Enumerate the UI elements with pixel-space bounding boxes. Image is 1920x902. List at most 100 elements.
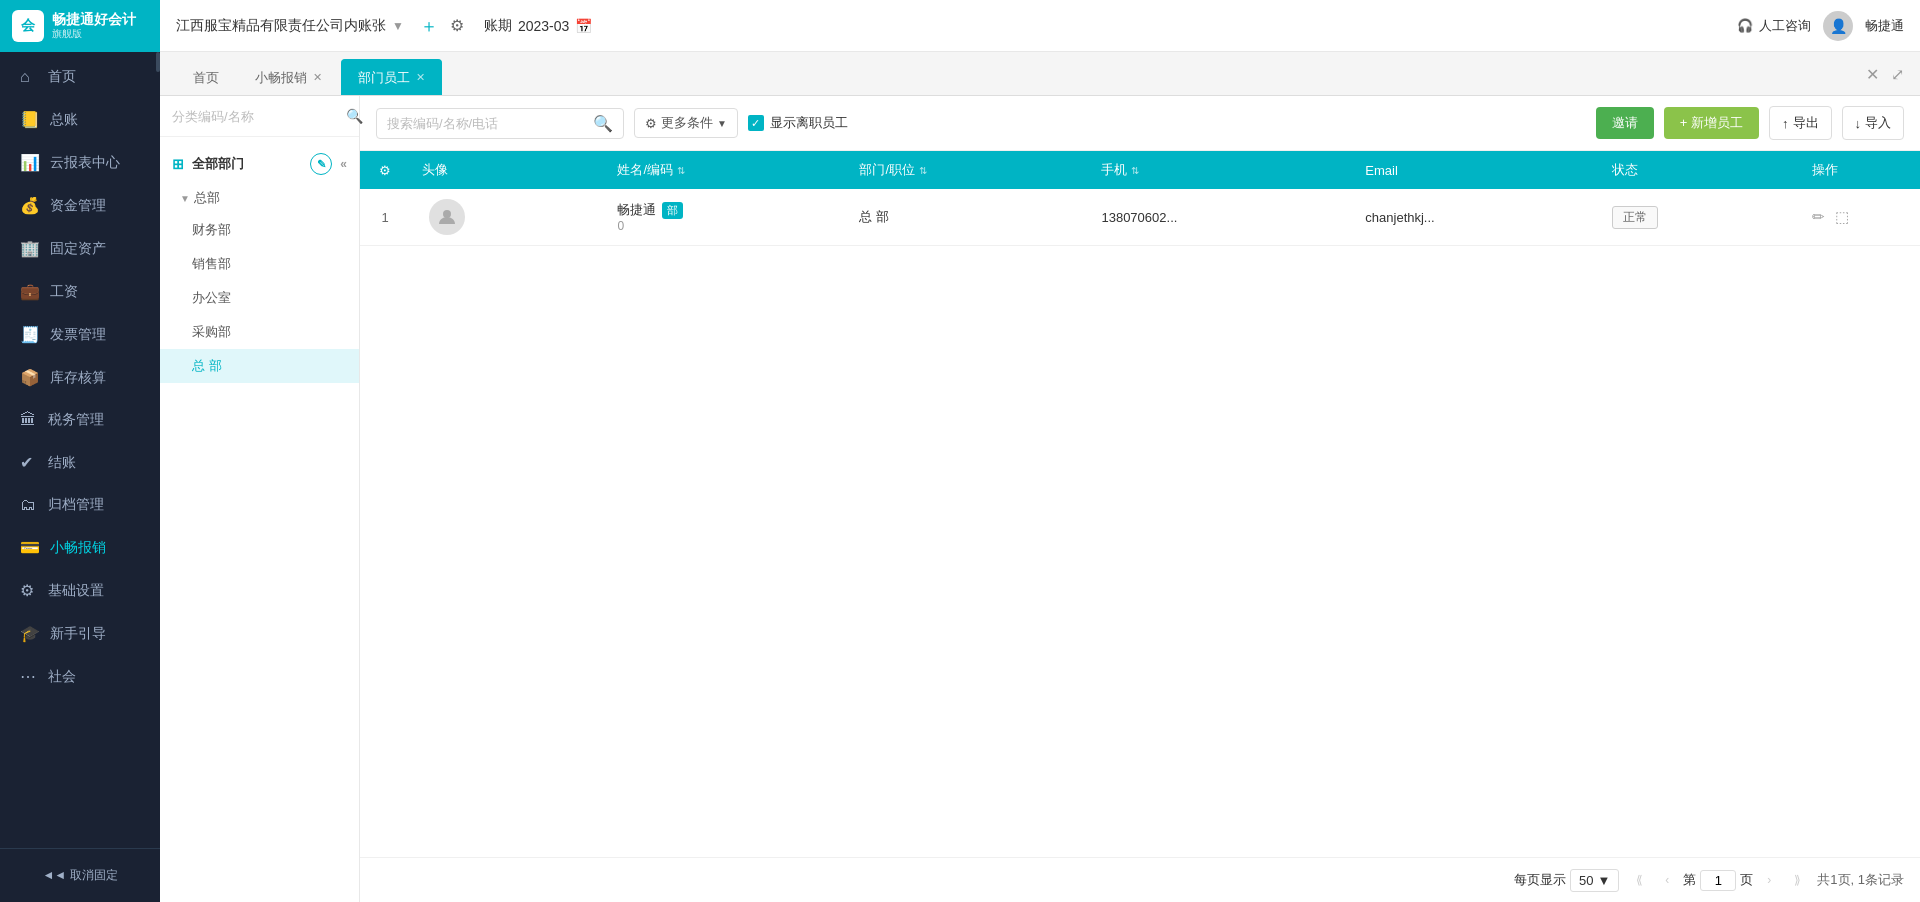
add-company-button[interactable]: ＋	[420, 14, 438, 38]
employee-name-block: 畅捷通 部	[617, 201, 835, 219]
sidebar-item-home[interactable]: ⌂ 首页	[0, 56, 160, 98]
dept-item-caiwu[interactable]: 财务部	[160, 213, 359, 247]
customer-service-button[interactable]: 🎧 人工咨询	[1737, 17, 1811, 35]
dept-item-bangong[interactable]: 办公室	[160, 281, 359, 315]
sidebar-item-ledger[interactable]: 📒 总账	[0, 98, 160, 141]
th-status: 状态	[1600, 151, 1800, 189]
sidebar-item-basic-settings[interactable]: ⚙ 基础设置	[0, 569, 160, 612]
sidebar-logo: 会 畅捷通好会计 旗舰版	[0, 0, 160, 52]
avatar-header-label: 头像	[422, 162, 448, 177]
sidebar-item-inventory[interactable]: 📦 库存核算	[0, 356, 160, 399]
right-panel: 🔍 ⚙ 更多条件 ▼ ✓ 显示离职员工 邀请 + 新增员工 ↑ 导出	[360, 96, 1920, 902]
tabbar-actions: ✕ ⤢	[1866, 64, 1904, 83]
sidebar-item-cloud-reports[interactable]: 📊 云报表中心	[0, 141, 160, 184]
show-resigned-toggle: ✓ 显示离职员工	[748, 114, 848, 132]
sidebar-item-invoice[interactable]: 🧾 发票管理	[0, 313, 160, 356]
sidebar-item-salary[interactable]: 💼 工资	[0, 270, 160, 313]
sidebar-item-archive[interactable]: 🗂 归档管理	[0, 484, 160, 526]
logo-app-name: 畅捷通好会计	[52, 11, 136, 28]
sidebar-item-label: 归档管理	[48, 496, 104, 514]
page-number-input[interactable]	[1700, 870, 1736, 891]
dept-bangong-label: 办公室	[192, 290, 231, 305]
period-selector[interactable]: 账期 2023-03 📅	[484, 17, 592, 35]
tab-home[interactable]: 首页	[176, 59, 236, 95]
archive-icon: 🗂	[20, 496, 38, 514]
import-button[interactable]: ↓ 导入	[1842, 106, 1905, 140]
sort-phone-icon: ⇅	[1131, 165, 1139, 176]
expand-tab-button[interactable]: ⤢	[1891, 64, 1904, 83]
sidebar-item-label: 社会	[48, 668, 76, 686]
calendar-icon: 📅	[575, 18, 592, 34]
show-resigned-checkbox[interactable]: ✓	[748, 115, 764, 131]
first-page-button[interactable]: ⟪	[1627, 868, 1651, 892]
delete-employee-button[interactable]: ⬚	[1835, 208, 1849, 226]
sidebar-item-fixed-assets[interactable]: 🏢 固定资产	[0, 227, 160, 270]
sidebar-item-funds[interactable]: 💰 资金管理	[0, 184, 160, 227]
dept-search-input[interactable]	[172, 109, 340, 124]
action-buttons: ✏ ⬚	[1812, 208, 1908, 226]
dept-search-bar: 🔍	[160, 96, 359, 137]
logo-icon: 会	[12, 10, 44, 42]
invoice-icon: 🧾	[20, 325, 40, 344]
sidebar-item-more[interactable]: ⋯ 社会	[0, 655, 160, 698]
th-phone[interactable]: 手机 ⇅	[1089, 151, 1353, 189]
svg-point-0	[443, 210, 451, 218]
dept-item-xiaoshou[interactable]: 销售部	[160, 247, 359, 281]
employee-dept-text: 总 部	[859, 209, 889, 224]
sidebar-item-label: 税务管理	[48, 411, 104, 429]
username-label: 畅捷通	[1865, 17, 1904, 35]
th-email: Email	[1353, 151, 1600, 189]
close-tab-button[interactable]: ✕	[1866, 64, 1879, 83]
employee-table-body: 1	[360, 189, 1920, 246]
employee-search-input[interactable]	[387, 116, 587, 131]
dept-item-caigou[interactable]: 采购部	[160, 315, 359, 349]
th-settings[interactable]: ⚙	[360, 151, 410, 189]
sidebar-item-tax[interactable]: 🏛 税务管理	[0, 399, 160, 441]
sidebar-item-checkout[interactable]: ✔ 结账	[0, 441, 160, 484]
cancel-fixed-button[interactable]: ◄◄ 取消固定	[0, 859, 160, 892]
filter-icon: ⚙	[645, 116, 657, 131]
employee-search-icon[interactable]: 🔍	[593, 114, 613, 133]
export-button[interactable]: ↑ 导出	[1769, 106, 1832, 140]
tab-dept-employee[interactable]: 部门员工 ✕	[341, 59, 442, 95]
left-panel: 🔍 ⊞ 全部部门 ✎ « ▼ 总部 财务部 销售部	[160, 96, 360, 902]
next-page-button[interactable]: ›	[1757, 868, 1781, 892]
sidebar-item-new-guide[interactable]: 🎓 新手引导	[0, 612, 160, 655]
sidebar-item-label: 结账	[48, 454, 76, 472]
inventory-icon: 📦	[20, 368, 40, 387]
dept-tree: ⊞ 全部部门 ✎ « ▼ 总部 财务部 销售部 办公室	[160, 137, 359, 902]
tab-dept-employee-close-icon[interactable]: ✕	[416, 71, 425, 84]
tab-xiaochang-close-icon[interactable]: ✕	[313, 71, 322, 84]
dept-root-item[interactable]: ▼ 总部	[160, 183, 359, 213]
settings-icon[interactable]: ⚙	[450, 16, 464, 35]
more-filters-button[interactable]: ⚙ 更多条件 ▼	[634, 108, 738, 138]
th-dept-position[interactable]: 部门/职位 ⇅	[847, 151, 1089, 189]
page-size-selector: 每页显示 50 ▼	[1514, 869, 1619, 892]
prev-page-button[interactable]: ‹	[1655, 868, 1679, 892]
page-size-dropdown[interactable]: 50 ▼	[1570, 869, 1619, 892]
dept-xiaoshou-label: 销售部	[192, 256, 231, 271]
add-employee-button[interactable]: + 新增员工	[1664, 107, 1759, 139]
dept-edit-button[interactable]: ✎	[310, 153, 332, 175]
table-header-row: ⚙ 头像 姓名/编码 ⇅	[360, 151, 1920, 189]
funds-icon: 💰	[20, 196, 40, 215]
page-label: 第	[1683, 871, 1696, 889]
th-name-code[interactable]: 姓名/编码 ⇅	[605, 151, 847, 189]
collapse-icon[interactable]: «	[340, 157, 347, 171]
sidebar-item-label: 云报表中心	[50, 154, 120, 172]
invite-button[interactable]: 邀请	[1596, 107, 1654, 139]
last-page-button[interactable]: ⟫	[1785, 868, 1809, 892]
settings-gear-icon: ⚙	[379, 163, 391, 178]
company-selector[interactable]: 江西服宝精品有限责任公司内账张 ▼	[176, 17, 404, 35]
export-icon: ↑	[1782, 116, 1789, 131]
sidebar-item-xiaochang[interactable]: 💳 小畅报销	[0, 526, 160, 569]
all-dept-header[interactable]: ⊞ 全部部门 ✎ «	[160, 145, 359, 183]
edit-employee-button[interactable]: ✏	[1812, 208, 1825, 226]
email-label: Email	[1365, 163, 1398, 178]
xiaochang-icon: 💳	[20, 538, 40, 557]
status-badge: 正常	[1612, 206, 1658, 229]
all-dept-label: 全部部门	[192, 155, 244, 173]
row-dept-position: 总 部	[847, 189, 1089, 246]
dept-item-zongbu[interactable]: 总 部	[160, 349, 359, 383]
tab-xiaochang[interactable]: 小畅报销 ✕	[238, 59, 339, 95]
